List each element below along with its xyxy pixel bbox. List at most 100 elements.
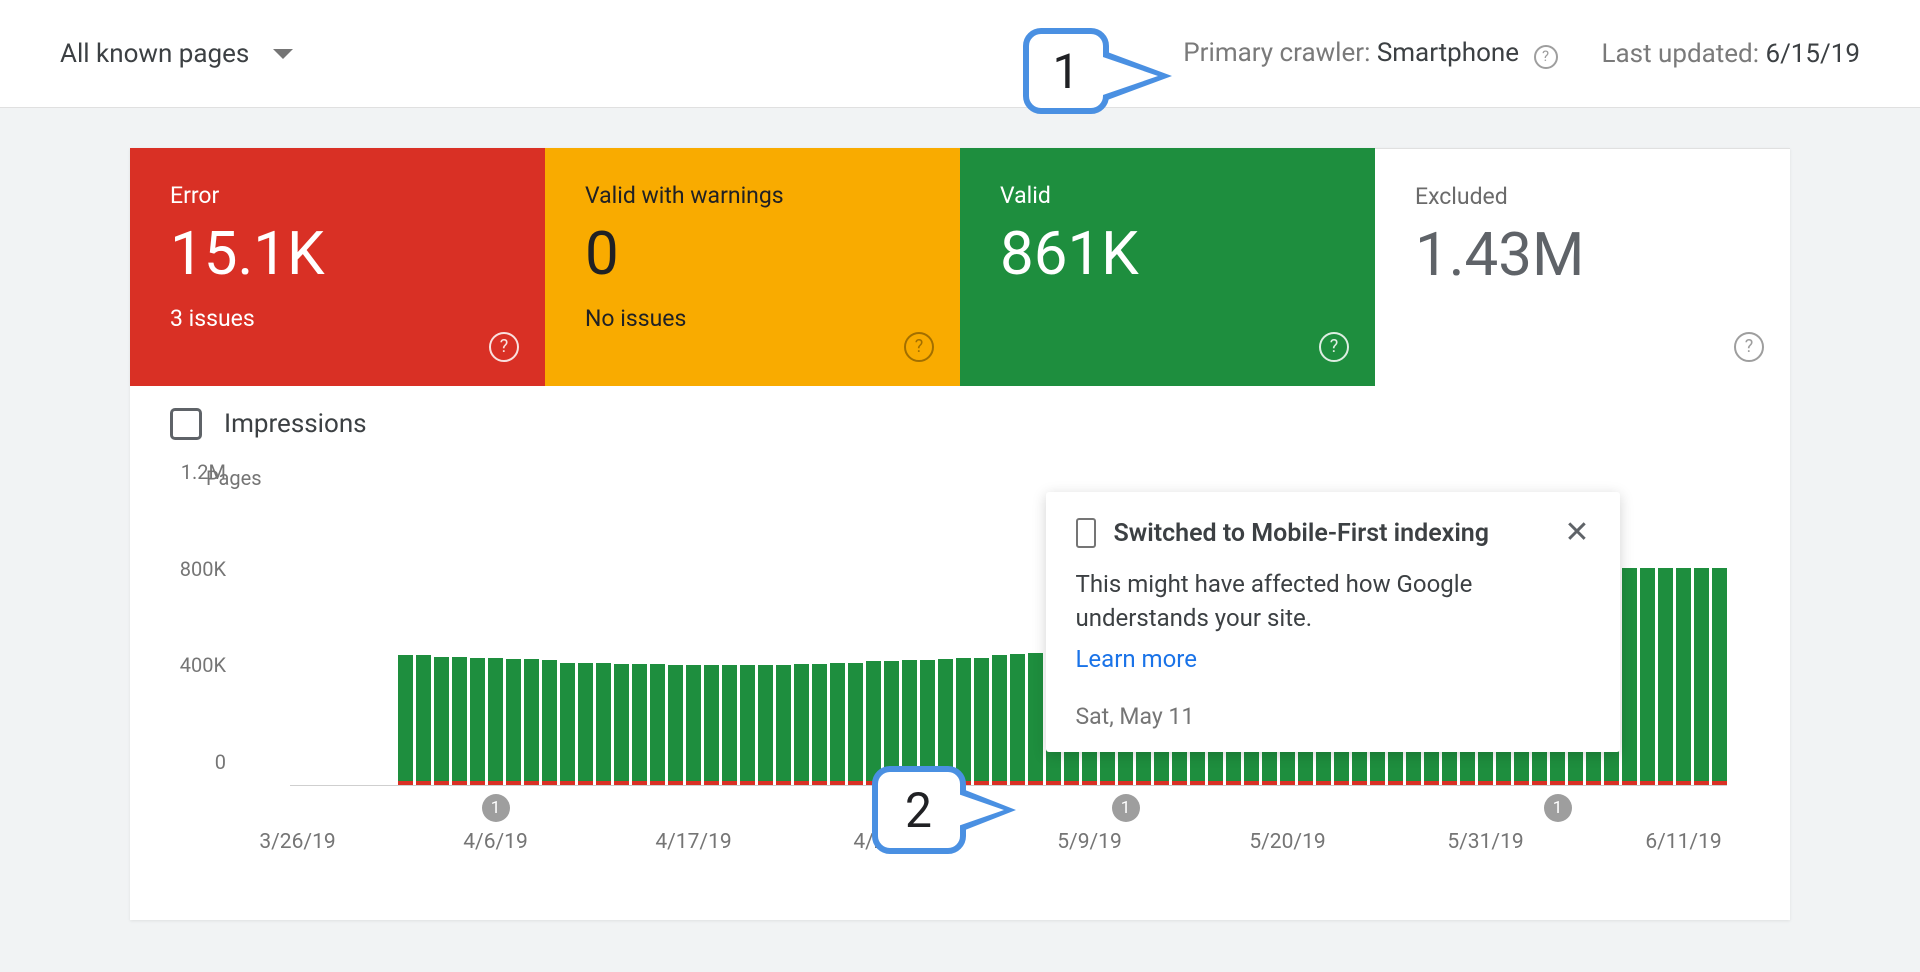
x-tick: 5/20/19 bbox=[1249, 830, 1325, 854]
card-error[interactable]: Error 15.1K 3 issues ? bbox=[130, 148, 545, 386]
status-cards: Error 15.1K 3 issues ? Valid with warnin… bbox=[130, 148, 1790, 386]
help-icon[interactable]: ? bbox=[904, 332, 934, 362]
chart-bar[interactable] bbox=[866, 661, 881, 785]
x-tick: 4/6/19 bbox=[463, 830, 528, 854]
header-right: Primary crawler: Smartphone ? Last updat… bbox=[1183, 38, 1860, 69]
chart-bar[interactable] bbox=[1658, 568, 1673, 785]
chart-bar[interactable] bbox=[974, 658, 989, 785]
chart-bar[interactable] bbox=[596, 663, 611, 785]
chart-bar[interactable] bbox=[830, 663, 845, 785]
last-updated: Last updated: 6/15/19 bbox=[1602, 39, 1861, 69]
crawler-value: Smartphone bbox=[1377, 38, 1519, 68]
card-warning-value: 0 bbox=[585, 221, 920, 287]
chart-bar[interactable] bbox=[722, 665, 737, 785]
updated-value: 6/15/19 bbox=[1765, 39, 1860, 69]
chart-bar[interactable] bbox=[488, 658, 503, 785]
impressions-label: Impressions bbox=[224, 409, 367, 439]
callout-1-label: 1 bbox=[1053, 43, 1080, 100]
chart-bar[interactable] bbox=[812, 664, 827, 785]
chart-bar[interactable] bbox=[560, 663, 575, 785]
tooltip-header: Switched to Mobile-First indexing ✕ bbox=[1076, 518, 1590, 548]
chart-bar[interactable] bbox=[506, 659, 521, 785]
card-warning[interactable]: Valid with warnings 0 No issues ? bbox=[545, 148, 960, 386]
y-axis-title: Pages bbox=[206, 466, 1750, 490]
chart-bar[interactable] bbox=[992, 655, 1007, 785]
chart-bar[interactable] bbox=[668, 665, 683, 785]
help-icon[interactable]: ? bbox=[1734, 332, 1764, 362]
chart-bar[interactable] bbox=[1694, 568, 1709, 785]
x-axis: 3/26/194/6/194/17/194/28/195/9/195/20/19… bbox=[290, 830, 1727, 860]
chart-bar[interactable] bbox=[524, 659, 539, 785]
y-tick: 800K bbox=[180, 557, 226, 581]
card-error-title: Error bbox=[170, 182, 505, 209]
y-ticks: 1.2M800K400K0 bbox=[130, 446, 226, 736]
event-marker[interactable]: 1 bbox=[482, 794, 510, 822]
page-filter-label: All known pages bbox=[60, 39, 249, 69]
help-icon[interactable]: ? bbox=[1319, 332, 1349, 362]
tooltip-body: This might have affected how Google unde… bbox=[1076, 568, 1590, 635]
chart-bar[interactable] bbox=[632, 664, 647, 785]
help-icon[interactable]: ? bbox=[1534, 45, 1558, 69]
event-marker[interactable]: 1 bbox=[1112, 794, 1140, 822]
y-tick: 400K bbox=[180, 653, 226, 677]
y-tick: 1.2M bbox=[181, 460, 226, 484]
card-excluded[interactable]: Excluded 1.43M ? bbox=[1375, 148, 1790, 386]
card-warning-title: Valid with warnings bbox=[585, 182, 920, 209]
crawler-label: Primary crawler: bbox=[1183, 38, 1370, 68]
chart-container: Pages 1.2M800K400K0 111 3/26/194/6/194/1… bbox=[130, 446, 1790, 920]
chart-bar[interactable] bbox=[1010, 654, 1025, 785]
page-filter-dropdown[interactable]: All known pages bbox=[60, 39, 293, 69]
chart-bar[interactable] bbox=[848, 663, 863, 785]
card-error-value: 15.1K bbox=[170, 221, 505, 287]
annotation-callout-2-tail-inner bbox=[958, 794, 1004, 826]
coverage-panel: Error 15.1K 3 issues ? Valid with warnin… bbox=[130, 148, 1790, 920]
chart-bar[interactable] bbox=[470, 658, 485, 785]
chart-bar[interactable] bbox=[434, 657, 449, 785]
chart-bar[interactable] bbox=[398, 655, 413, 785]
event-marker[interactable]: 1 bbox=[1544, 794, 1572, 822]
card-warning-sub: No issues bbox=[585, 305, 920, 332]
chart-bar[interactable] bbox=[740, 665, 755, 785]
tooltip-title: Switched to Mobile-First indexing bbox=[1114, 519, 1490, 548]
chart-bar[interactable] bbox=[686, 665, 701, 785]
primary-crawler: Primary crawler: Smartphone ? bbox=[1183, 38, 1557, 69]
chart-bar[interactable] bbox=[578, 663, 593, 785]
annotation-callout-1: 1 bbox=[1023, 28, 1109, 114]
impressions-checkbox[interactable] bbox=[170, 408, 202, 440]
chart-bar[interactable] bbox=[542, 660, 557, 785]
updated-label: Last updated: bbox=[1602, 39, 1760, 69]
chart-bar[interactable] bbox=[956, 658, 971, 785]
x-tick: 6/11/19 bbox=[1645, 830, 1721, 854]
chart-bar[interactable] bbox=[1622, 568, 1637, 785]
x-tick: 5/31/19 bbox=[1447, 830, 1523, 854]
annotation-callout-2: 2 bbox=[872, 766, 966, 854]
chart-bar[interactable] bbox=[794, 664, 809, 785]
card-excluded-value: 1.43M bbox=[1415, 222, 1750, 288]
card-valid[interactable]: Valid 861K ? bbox=[960, 148, 1375, 386]
chart-bar[interactable] bbox=[1640, 568, 1655, 785]
tooltip-header-left: Switched to Mobile-First indexing bbox=[1076, 518, 1490, 548]
chart-bar[interactable] bbox=[614, 664, 629, 785]
help-icon[interactable]: ? bbox=[489, 332, 519, 362]
annotation-callout-1-tail-inner bbox=[1100, 56, 1158, 96]
chart-bar[interactable] bbox=[452, 657, 467, 785]
chart-bar[interactable] bbox=[776, 665, 791, 785]
close-icon[interactable]: ✕ bbox=[1564, 518, 1589, 548]
event-tooltip: Switched to Mobile-First indexing ✕ This… bbox=[1046, 492, 1620, 752]
chart-bar[interactable] bbox=[1028, 653, 1043, 785]
tooltip-learn-more-link[interactable]: Learn more bbox=[1076, 645, 1197, 673]
chart-bar[interactable] bbox=[704, 665, 719, 785]
x-tick: 5/9/19 bbox=[1057, 830, 1122, 854]
chart-bar[interactable] bbox=[758, 665, 773, 785]
chevron-down-icon bbox=[273, 49, 293, 59]
chart-bar[interactable] bbox=[416, 655, 431, 785]
chart-bar[interactable] bbox=[1676, 568, 1691, 785]
chart-bar[interactable] bbox=[650, 664, 665, 785]
tooltip-date: Sat, May 11 bbox=[1076, 703, 1590, 730]
chart-bar[interactable] bbox=[1712, 568, 1727, 785]
card-valid-title: Valid bbox=[1000, 182, 1335, 209]
card-valid-value: 861K bbox=[1000, 221, 1335, 287]
smartphone-icon bbox=[1076, 518, 1096, 548]
y-tick: 0 bbox=[215, 750, 226, 774]
callout-2-label: 2 bbox=[905, 782, 932, 839]
